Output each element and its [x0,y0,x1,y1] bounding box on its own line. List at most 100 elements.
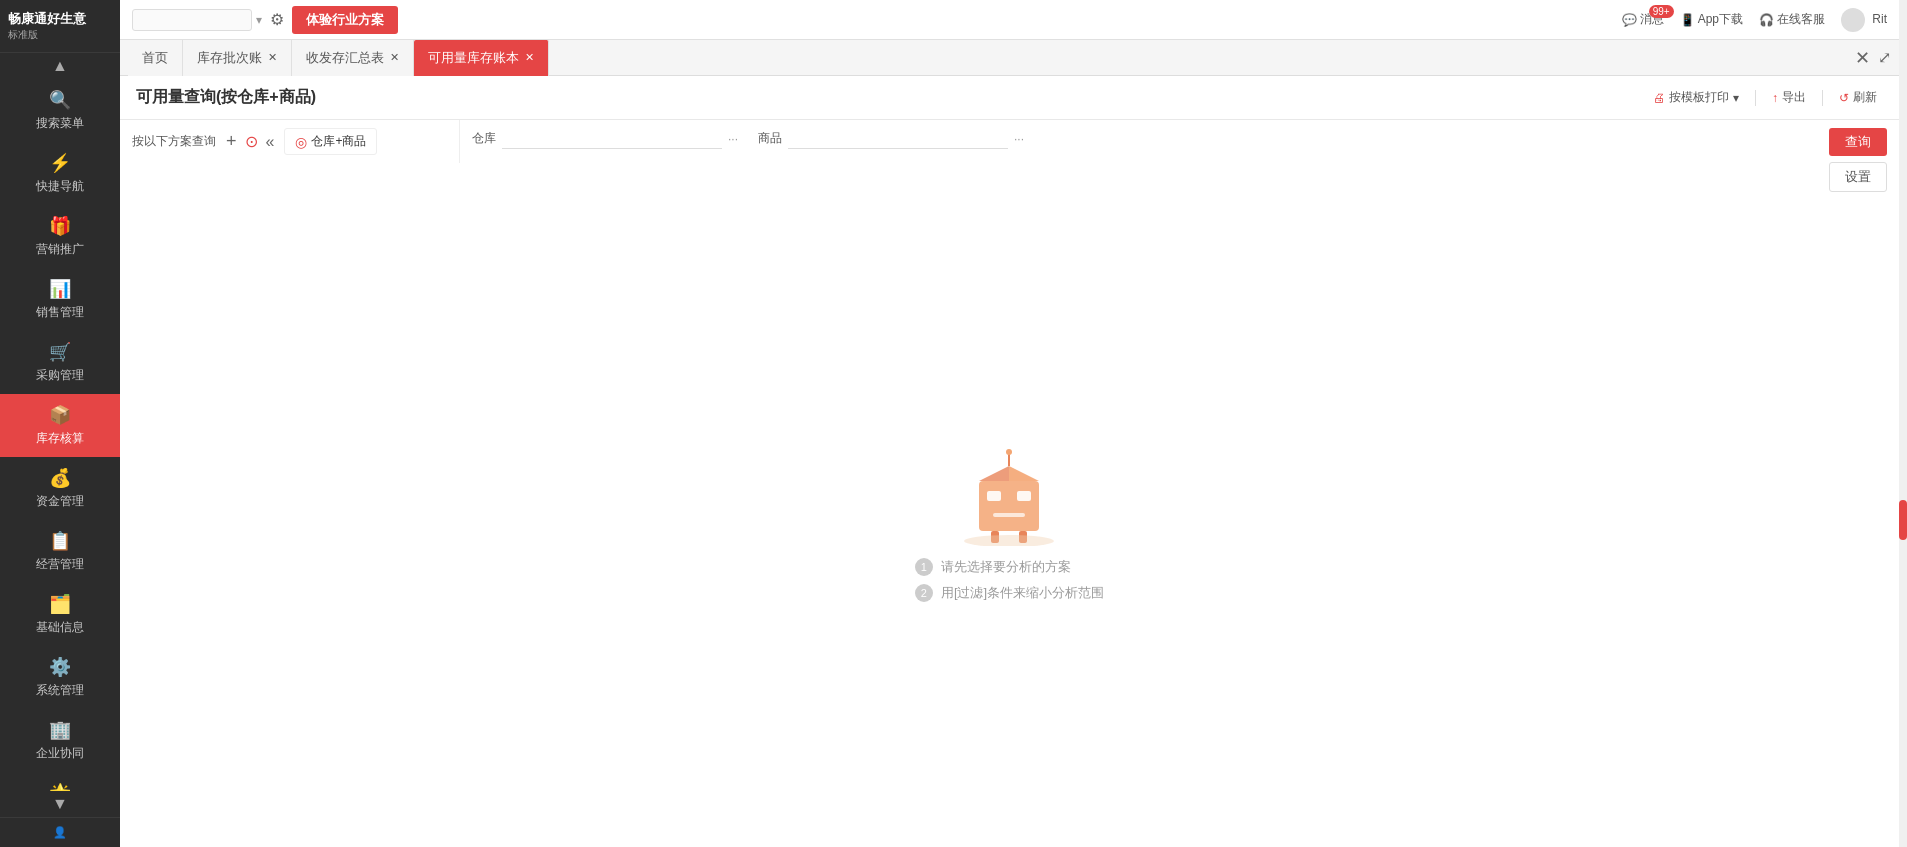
sidebar-item-label: 系统管理 [36,682,84,699]
sidebar-item-label: 营销推广 [36,241,84,258]
sidebar-item-label: 经营管理 [36,556,84,573]
svg-point-9 [1006,449,1012,455]
empty-state: 1 请先选择要分析的方案 2 用[过滤]条件来缩小分析范围 [915,446,1104,602]
sidebar-nav: 🔍 搜索菜单 ⚡ 快捷导航 🎁 营销推广 📊 销售管理 🛒 采购管理 📦 库存核… [0,79,120,791]
app-download-label: App下载 [1698,11,1743,28]
clipboard-icon: 📋 [49,530,71,552]
phone-download-icon: 📱 [1680,13,1695,27]
product-input[interactable] [788,128,1008,149]
page-header: 可用量查询(按仓库+商品) 🖨 按模板打印 ▾ ↑ 导出 ↺ 刷新 [120,76,1899,120]
scheme-circle-icon: ◎ [295,134,307,150]
tab-batch-ledger-label: 库存批次账 [197,49,262,67]
empty-tips: 1 请先选择要分析的方案 2 用[过滤]条件来缩小分析范围 [915,558,1104,602]
tab-receipts-summary[interactable]: 收发存汇总表 ✕ [292,40,414,76]
export-label: 导出 [1782,89,1806,106]
sidebar-scroll-up[interactable]: ▲ [0,53,120,79]
sidebar-item-operations[interactable]: 📋 经营管理 [0,520,120,583]
box-icon: 📦 [49,404,71,426]
export-icon: ↑ [1772,91,1778,105]
scheme-item-warehouse-product[interactable]: ◎ 仓库+商品 [284,128,377,155]
content-area: 1 请先选择要分析的方案 2 用[过滤]条件来缩小分析范围 [120,200,1899,847]
query-button[interactable]: 查询 [1829,128,1887,156]
topbar-right: 💬 消息 99+ 📱 App下载 🎧 在线客服 Rit [1622,8,1887,32]
tip-text-1: 请先选择要分析的方案 [941,558,1071,576]
sidebar-scroll-down[interactable]: ▼ [0,791,120,817]
avatar [1841,8,1865,32]
search-bar: ▾ [132,9,262,31]
tabbar: 首页 库存批次账 ✕ 收发存汇总表 ✕ 可用量库存账本 ✕ ✕ ⤢ [120,40,1899,76]
expand-button[interactable]: ⤢ [1878,48,1891,67]
warehouse-label: 仓库 [472,130,496,147]
query-actions: 查询 设置 [1829,128,1887,192]
sidebar-item-purchase[interactable]: 🛒 采购管理 [0,331,120,394]
main-area: ▾ ⚙ 体验行业方案 💬 消息 99+ 📱 App下载 🎧 在线客服 Rit [120,0,1899,847]
filter-scheme-label: 按以下方案查询 [132,133,216,150]
sidebar-item-quicknav[interactable]: ⚡ 快捷导航 [0,142,120,205]
sidebar-item-enterprise[interactable]: 🏢 企业协同 [0,709,120,772]
money-icon: 💰 [49,467,71,489]
sidebar-item-marketing[interactable]: 🎁 营销推广 [0,205,120,268]
tab-close-icon[interactable]: ✕ [525,51,534,64]
settings-icon[interactable]: ⚙ [270,10,284,29]
refresh-icon: ↺ [1839,91,1849,105]
sidebar-bottom: 👤 [0,817,120,847]
experience-industry-button[interactable]: 体验行业方案 [292,6,398,34]
sidebar-item-label: 企业协同 [36,745,84,762]
add-scheme-button[interactable]: + [226,131,237,152]
warehouse-input[interactable] [502,128,722,149]
online-service-button[interactable]: 🎧 在线客服 [1759,11,1825,28]
right-scrollbar[interactable] [1899,0,1907,847]
collapse-icon[interactable]: « [266,133,275,151]
close-tab-button[interactable]: ✕ [1855,47,1870,69]
scheme-settings-icon[interactable]: ⊙ [245,132,258,151]
message-button[interactable]: 💬 消息 99+ [1622,11,1664,28]
sidebar-item-base[interactable]: 🗂️ 基础信息 [0,583,120,646]
app-download-button[interactable]: 📱 App下载 [1680,11,1743,28]
divider [1755,90,1756,106]
tab-close-icon[interactable]: ✕ [268,51,277,64]
user-profile[interactable]: Rit [1841,8,1887,32]
sidebar-item-newguide[interactable]: 🌟 新手引导 [0,772,120,791]
sidebar-item-label: 搜索菜单 [36,115,84,132]
svg-rect-4 [1017,491,1031,501]
page-title: 可用量查询(按仓库+商品) [136,87,316,108]
chevron-print-icon: ▾ [1733,91,1739,105]
tab-receipts-summary-label: 收发存汇总表 [306,49,384,67]
refresh-button[interactable]: ↺ 刷新 [1833,86,1883,109]
star-icon: 🌟 [49,782,71,791]
topbar: ▾ ⚙ 体验行业方案 💬 消息 99+ 📱 App下载 🎧 在线客服 Rit [120,0,1899,40]
scrollbar-thumb [1899,500,1907,540]
settings-button[interactable]: 设置 [1829,162,1887,192]
sidebar-item-system[interactable]: ⚙️ 系统管理 [0,646,120,709]
search-input[interactable] [132,9,252,31]
sidebar-item-finance[interactable]: 💰 资金管理 [0,457,120,520]
refresh-label: 刷新 [1853,89,1877,106]
tab-home[interactable]: 首页 [128,40,183,76]
svg-marker-1 [979,466,1009,481]
tabbar-controls: ✕ ⤢ [1855,47,1891,69]
export-button[interactable]: ↑ 导出 [1766,86,1812,109]
product-more-icon[interactable]: ··· [1014,132,1024,146]
app-name: 畅康通好生意 [8,10,112,28]
user-small-icon: 👤 [53,826,67,839]
tip-num-2: 2 [915,584,933,602]
warehouse-more-icon[interactable]: ··· [728,132,738,146]
headset-icon: 🎧 [1759,13,1774,27]
tab-batch-ledger[interactable]: 库存批次账 ✕ [183,40,292,76]
tab-available-ledger[interactable]: 可用量库存账本 ✕ [414,40,549,76]
sidebar-item-inventory[interactable]: 📦 库存核算 [0,394,120,457]
online-service-label: 在线客服 [1777,11,1825,28]
print-template-button[interactable]: 🖨 按模板打印 ▾ [1647,86,1745,109]
gear-icon: ⚙️ [49,656,71,678]
warehouse-field: 仓库 ··· [472,128,738,149]
tip-item-2: 2 用[过滤]条件来缩小分析范围 [915,584,1104,602]
tab-available-ledger-label: 可用量库存账本 [428,49,519,67]
tab-close-icon[interactable]: ✕ [390,51,399,64]
print-template-label: 按模板打印 [1669,89,1729,106]
sidebar-item-label: 基础信息 [36,619,84,636]
sidebar-item-search[interactable]: 🔍 搜索菜单 [0,79,120,142]
filter-actions: + ⊙ « [226,131,274,152]
sidebar-item-label: 销售管理 [36,304,84,321]
divider2 [1822,90,1823,106]
sidebar-item-sales[interactable]: 📊 销售管理 [0,268,120,331]
